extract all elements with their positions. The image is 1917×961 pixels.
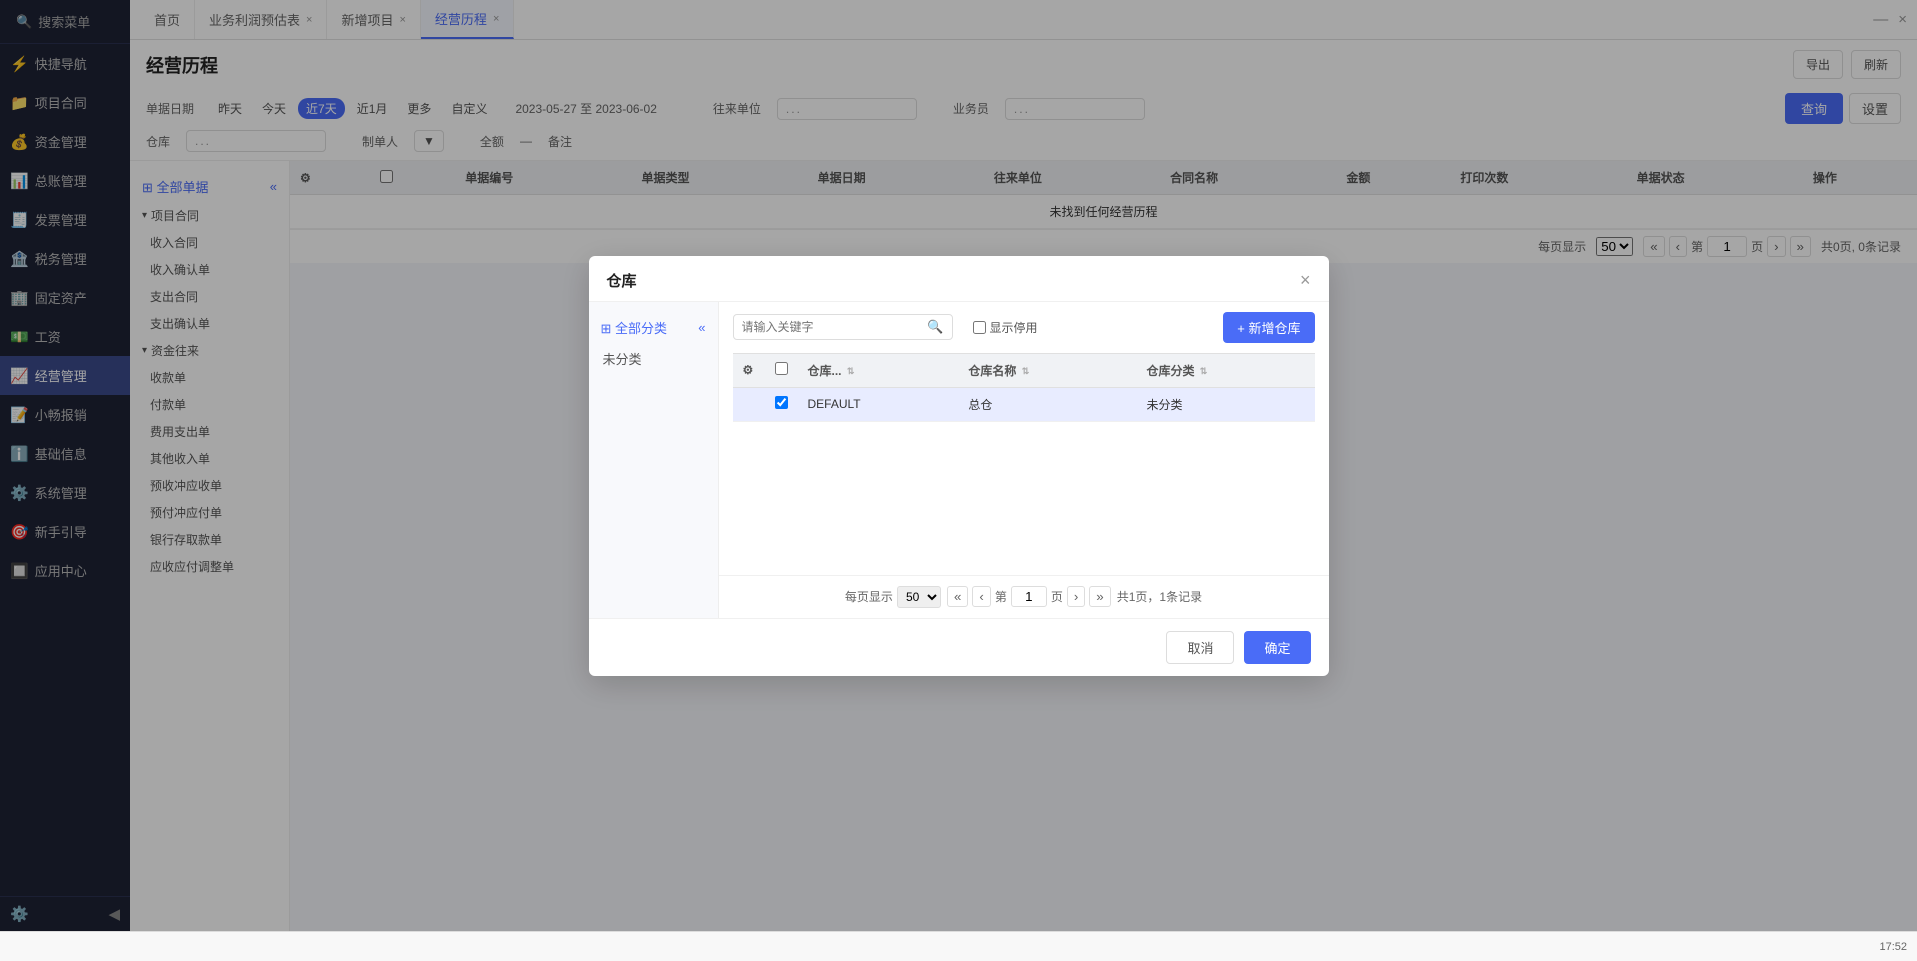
modal-search-icon[interactable]: 🔍 [927,319,943,335]
modal-search-field[interactable]: 🔍 [733,314,953,340]
row-code: DEFAULT [798,387,959,421]
modal-per-page-label: 每页显示 [845,588,893,605]
modal-right: 🔍 显示停用 + 新增仓库 ⚙ [719,302,1329,618]
sort-arrows-name: ⇅ [1022,366,1030,376]
taskbar: 17:52 [0,931,1917,961]
modal-toolbar: 🔍 显示停用 + 新增仓库 [719,302,1329,353]
row-name: 总仓 [958,387,1136,421]
modal-page-nav: « ‹ 第 页 › » [947,586,1111,607]
modal-table: ⚙ 仓库... ⇅ 仓库名称 ⇅ [733,353,1315,422]
modal-th-check[interactable] [765,353,798,387]
taskbar-time: 17:52 [1879,941,1907,953]
modal-table-row[interactable]: DEFAULT 总仓 未分类 [733,387,1315,421]
modal-per-page-select[interactable]: 50 [897,586,941,608]
modal-last-page[interactable]: » [1089,586,1110,607]
sort-arrows-code: ⇅ [847,366,855,376]
modal-th-name[interactable]: 仓库名称 ⇅ [958,353,1136,387]
modal-table-wrap: ⚙ 仓库... ⇅ 仓库名称 ⇅ [733,353,1315,571]
modal-left-panel: ⊞ 全部分类 « 未分类 [589,302,719,618]
modal-left-header-label: ⊞ 全部分类 [601,318,668,337]
row-settings [733,387,765,421]
modal-pagination: 每页显示 50 « ‹ 第 页 › » 共1页，1条记录 [719,575,1329,618]
modal-total-records: 共1页，1条记录 [1117,588,1202,605]
show-disabled-checkbox[interactable] [973,321,986,334]
modal-overlay: 仓库 × ⊞ 全部分类 « 未分类 [0,0,1917,931]
show-disabled-label: 显示停用 [973,319,1038,336]
add-warehouse-button[interactable]: + 新增仓库 [1223,312,1314,343]
row-checkbox[interactable] [775,396,788,409]
modal-th-category[interactable]: 仓库分类 ⇅ [1136,353,1314,387]
modal-title: 仓库 [607,270,637,291]
modal-search-input[interactable] [742,320,924,334]
modal-prev-page[interactable]: ‹ [972,586,990,607]
modal-cancel-button[interactable]: 取消 [1166,631,1234,664]
modal-left-header[interactable]: ⊞ 全部分类 « [589,312,718,343]
modal-first-page[interactable]: « [947,586,968,607]
warehouse-modal: 仓库 × ⊞ 全部分类 « 未分类 [589,256,1329,676]
modal-select-all[interactable] [775,362,788,375]
modal-close-button[interactable]: × [1300,270,1311,291]
modal-per-page: 每页显示 50 [845,586,941,608]
modal-page-end: 页 [1051,588,1063,605]
row-check[interactable] [765,387,798,421]
modal-left-item-uncategorized[interactable]: 未分类 [589,343,718,374]
modal-left-grid-icon: ⊞ [601,321,612,336]
row-category: 未分类 [1136,387,1314,421]
sort-arrows-category: ⇅ [1200,366,1208,376]
modal-th-settings[interactable]: ⚙ [733,353,765,387]
modal-left-collapse-icon[interactable]: « [698,320,705,335]
modal-body: ⊞ 全部分类 « 未分类 🔍 [589,302,1329,618]
modal-header: 仓库 × [589,256,1329,302]
modal-confirm-button[interactable]: 确定 [1244,631,1310,664]
modal-next-page[interactable]: › [1067,586,1085,607]
modal-footer: 取消 确定 [589,618,1329,676]
modal-page-label: 第 [995,588,1007,605]
modal-th-code[interactable]: 仓库... ⇅ [798,353,959,387]
modal-page-input[interactable] [1011,586,1047,607]
